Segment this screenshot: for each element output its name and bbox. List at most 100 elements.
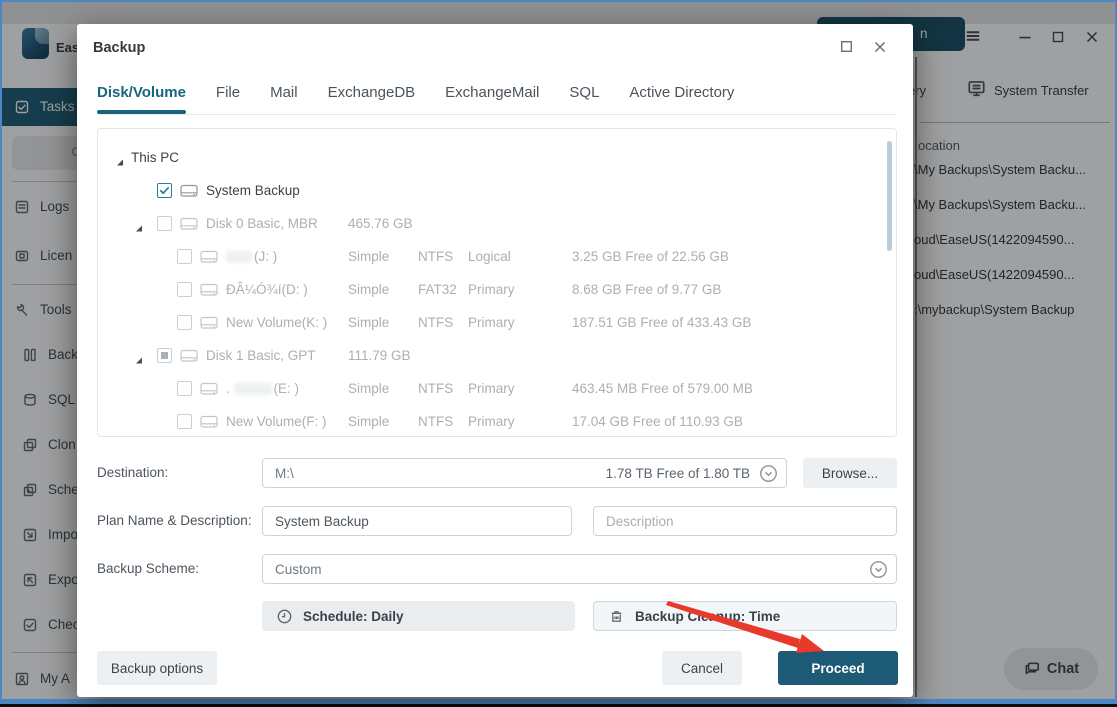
chevron-down-icon[interactable] bbox=[759, 464, 778, 486]
disk-icon bbox=[180, 183, 198, 201]
schedule-button[interactable]: Schedule: Daily bbox=[262, 601, 575, 631]
destination-select[interactable]: M:\ 1.78 TB Free of 1.80 TB bbox=[262, 458, 787, 488]
tree-col-role: Primary bbox=[468, 414, 515, 429]
tree-row[interactable]: This PC bbox=[98, 141, 896, 174]
tree-item-name: This PC bbox=[131, 150, 180, 165]
expander-icon[interactable] bbox=[135, 352, 143, 367]
source-tree: This PC System Backup Disk 0 Basic, MBR 465… bbox=[98, 129, 896, 436]
tree-col-free: 17.04 GB Free of 110.93 GB bbox=[572, 414, 743, 429]
tree-col-role: Primary bbox=[468, 282, 515, 297]
tab-file[interactable]: File bbox=[216, 76, 240, 114]
tree-col-role: Primary bbox=[468, 381, 515, 396]
tree-row[interactable]: Disk 1 Basic, GPT 111.79 GB bbox=[98, 339, 896, 372]
tree-col-free: 187.51 GB Free of 433.43 GB bbox=[572, 315, 752, 330]
tree-item-name: System Backup bbox=[206, 183, 300, 198]
trash-icon bbox=[608, 608, 625, 625]
plan-name-label: Plan Name & Description: bbox=[97, 513, 252, 528]
redacted-name-patch bbox=[226, 251, 252, 264]
tree-item-name: Disk 1 Basic, GPT bbox=[206, 348, 316, 363]
tree-col-role: Logical bbox=[468, 249, 511, 264]
redacted-name-patch bbox=[233, 383, 272, 396]
tree-col-free: 3.25 GB Free of 22.56 GB bbox=[572, 249, 729, 264]
disk-icon bbox=[200, 282, 218, 300]
backup-cleanup-label: Backup Cleanup: Time bbox=[635, 608, 781, 624]
row-checkbox[interactable] bbox=[177, 414, 192, 429]
disk-icon bbox=[200, 381, 218, 399]
dialog-title: Backup bbox=[93, 40, 146, 56]
row-checkbox[interactable] bbox=[157, 216, 172, 231]
backup-scheme-value: Custom bbox=[275, 562, 322, 577]
row-checkbox[interactable] bbox=[177, 315, 192, 330]
tab-active-directory[interactable]: Active Directory bbox=[629, 76, 734, 114]
dialog-maximize-icon[interactable] bbox=[838, 38, 855, 60]
dialog-close-icon[interactable] bbox=[871, 38, 889, 61]
row-checkbox[interactable] bbox=[177, 282, 192, 297]
tree-row[interactable]: (J: ) Simple NTFS Logical 3.25 GB Free of 22… bbox=[98, 240, 896, 273]
backup-dialog: Backup Disk/Volume File Mail ExchangeDB Exch… bbox=[77, 24, 913, 697]
tab-exchangemail[interactable]: ExchangeMail bbox=[445, 76, 539, 114]
plan-name-input[interactable]: System Backup bbox=[262, 506, 572, 536]
row-checkbox[interactable] bbox=[177, 381, 192, 396]
tabs-divider bbox=[97, 114, 897, 115]
tree-row[interactable]: New Volume(F: ) Simple NTFS Primary 17.04 GB… bbox=[98, 405, 896, 436]
tree-row[interactable]: System Backup bbox=[98, 174, 896, 207]
tree-item-name: Disk 0 Basic, MBR bbox=[206, 216, 318, 231]
tree-col-vol_type: Simple bbox=[348, 381, 390, 396]
source-tree-panel: This PC System Backup Disk 0 Basic, MBR 465… bbox=[97, 128, 897, 437]
chevron-down-icon[interactable] bbox=[869, 560, 888, 582]
tab-mail[interactable]: Mail bbox=[270, 76, 298, 114]
clock-icon bbox=[276, 608, 293, 625]
tree-item-name: ĐÂ¼Ó¾í(D: ) bbox=[226, 282, 308, 297]
tree-row[interactable]: Disk 0 Basic, MBR 465.76 GB bbox=[98, 207, 896, 240]
browse-button[interactable]: Browse... bbox=[803, 458, 897, 488]
tree-item-name: (J: ) bbox=[226, 240, 277, 273]
destination-value: M:\ bbox=[275, 466, 294, 481]
disk-icon bbox=[200, 315, 218, 333]
row-checkbox[interactable] bbox=[157, 348, 172, 363]
tree-col-vol_type: Simple bbox=[348, 282, 390, 297]
description-placeholder: Description bbox=[606, 514, 674, 529]
tree-item-name: New Volume(F: ) bbox=[226, 414, 327, 429]
description-input[interactable]: Description bbox=[593, 506, 897, 536]
proceed-button[interactable]: Proceed bbox=[778, 651, 898, 685]
tree-col-fs: NTFS bbox=[418, 315, 454, 330]
disk-icon bbox=[180, 348, 198, 366]
tree-col-role: Primary bbox=[468, 315, 515, 330]
backup-options-button[interactable]: Backup options bbox=[97, 651, 217, 685]
tab-disk-volume[interactable]: Disk/Volume bbox=[97, 76, 186, 114]
tree-col-fs: NTFS bbox=[418, 381, 454, 396]
tree-row[interactable]: New Volume(K: ) Simple NTFS Primary 187.51 G… bbox=[98, 306, 896, 339]
row-checkbox[interactable] bbox=[177, 249, 192, 264]
destination-free-space: 1.78 TB Free of 1.80 TB bbox=[605, 466, 750, 481]
tree-col-free: 463.45 MB Free of 579.00 MB bbox=[572, 381, 753, 396]
scrollbar-thumb[interactable] bbox=[887, 141, 892, 251]
tree-col-fs: NTFS bbox=[418, 249, 454, 264]
cancel-button[interactable]: Cancel bbox=[662, 651, 742, 685]
tree-row[interactable]: . (E: ) Simple NTFS Primary 463.45 MB Free o… bbox=[98, 372, 896, 405]
tree-row[interactable]: ĐÂ¼Ó¾í(D: ) Simple FAT32 Primary 8.68 GB Fre… bbox=[98, 273, 896, 306]
expander-icon[interactable] bbox=[135, 220, 143, 235]
expander-icon[interactable] bbox=[116, 154, 124, 169]
screen: Ease n ery System Transfer ocation \My B… bbox=[0, 0, 1117, 707]
tree-item-name: . (E: ) bbox=[226, 381, 300, 396]
dialog-tabs: Disk/Volume File Mail ExchangeDB ExchangeMai… bbox=[97, 76, 734, 114]
tree-col-fs: NTFS bbox=[418, 414, 454, 429]
tab-exchangedb[interactable]: ExchangeDB bbox=[328, 76, 416, 114]
schedule-label: Schedule: Daily bbox=[303, 608, 404, 624]
tree-col-vol_type: Simple bbox=[348, 414, 390, 429]
tree-col-vol_type: Simple bbox=[348, 249, 390, 264]
tree-col-fs: FAT32 bbox=[418, 282, 457, 297]
disk-icon bbox=[180, 216, 198, 234]
backup-cleanup-button[interactable]: Backup Cleanup: Time bbox=[593, 601, 897, 631]
backup-scheme-select[interactable]: Custom bbox=[262, 554, 897, 584]
tree-col-vol_type: Simple bbox=[348, 315, 390, 330]
tree-col-size: 465.76 GB bbox=[348, 216, 413, 231]
tab-sql[interactable]: SQL bbox=[569, 76, 599, 114]
backup-scheme-label: Backup Scheme: bbox=[97, 561, 200, 576]
plan-name-value: System Backup bbox=[275, 514, 369, 529]
tree-item-name: New Volume(K: ) bbox=[226, 315, 328, 330]
row-checkbox[interactable] bbox=[157, 183, 172, 198]
disk-icon bbox=[200, 249, 218, 267]
tree-col-free: 8.68 GB Free of 9.77 GB bbox=[572, 282, 722, 297]
tree-col-size: 111.79 GB bbox=[348, 348, 411, 363]
